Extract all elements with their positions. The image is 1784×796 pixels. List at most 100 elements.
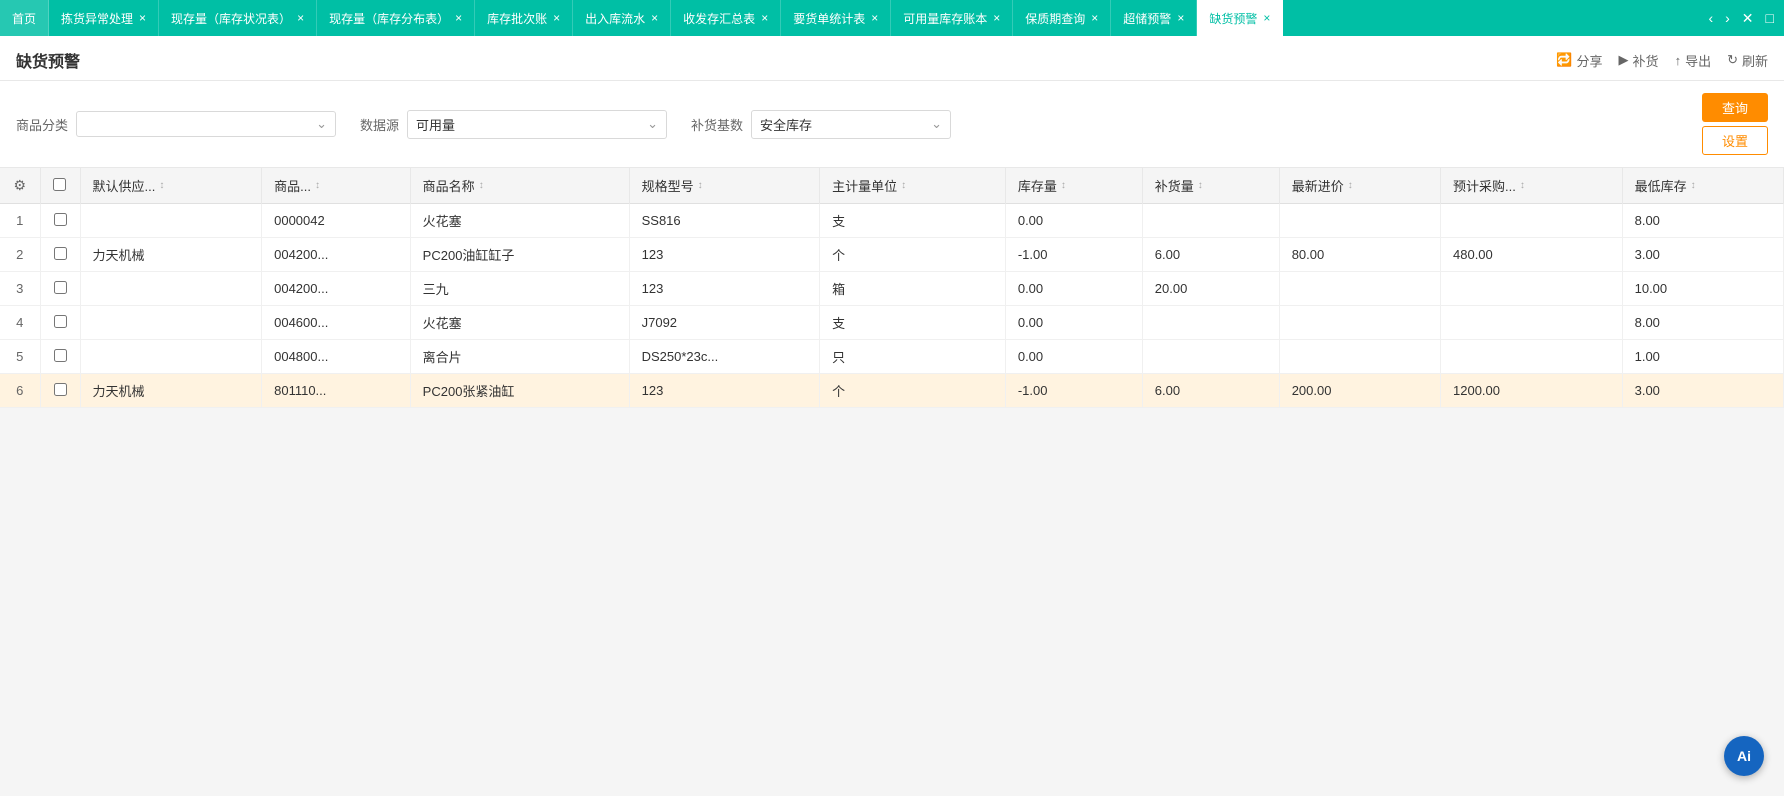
row-supplier bbox=[80, 272, 262, 306]
row-checkbox-cell bbox=[40, 204, 80, 238]
category-label: 商品分类 bbox=[16, 115, 68, 134]
close-icon[interactable]: × bbox=[139, 11, 146, 25]
row-spec: 123 bbox=[629, 272, 820, 306]
sort-icon[interactable]: ↕ bbox=[1198, 180, 1203, 191]
chevron-down-icon: ⌄ bbox=[931, 116, 942, 132]
category-select[interactable]: ⌄ bbox=[76, 111, 336, 137]
nav-prev-icon[interactable]: ‹ bbox=[1702, 8, 1719, 28]
row-min-stock: 8.00 bbox=[1622, 204, 1783, 238]
row-min-stock: 3.00 bbox=[1622, 374, 1783, 408]
row-checkbox[interactable] bbox=[54, 213, 67, 226]
table-header-row: ⚙ 默认供应... ↕ 商品... ↕ bbox=[0, 168, 1784, 204]
gear-icon[interactable]: ⚙ bbox=[13, 177, 26, 193]
ai-assistant-button[interactable]: Ai bbox=[1724, 736, 1764, 776]
close-icon[interactable]: × bbox=[1177, 11, 1184, 25]
row-supplier bbox=[80, 204, 262, 238]
tab-available-stock[interactable]: 可用量库存账本 × bbox=[891, 0, 1013, 36]
tab-stock-dist[interactable]: 现存量（库存分布表） × bbox=[317, 0, 475, 36]
row-stock: 0.00 bbox=[1005, 204, 1142, 238]
table-row: 2 力天机械 004200... PC200油缸缸子 123 个 -1.00 6… bbox=[0, 238, 1784, 272]
th-unit: 主计量单位 ↕ bbox=[820, 168, 1006, 204]
nav-next-icon[interactable]: › bbox=[1719, 8, 1736, 28]
tab-shortage[interactable]: 缺货预警 × bbox=[1197, 0, 1283, 36]
row-latest-price: 200.00 bbox=[1279, 374, 1440, 408]
row-product-name: 离合片 bbox=[410, 340, 629, 374]
chevron-down-icon: ⌄ bbox=[647, 116, 658, 132]
row-checkbox-cell bbox=[40, 238, 80, 272]
th-est-purchase: 预计采购... ↕ bbox=[1441, 168, 1623, 204]
page-title: 缺货预警 bbox=[16, 48, 80, 72]
tab-expiry[interactable]: 保质期查询 × bbox=[1013, 0, 1111, 36]
row-checkbox[interactable] bbox=[54, 315, 67, 328]
sort-icon[interactable]: ↕ bbox=[479, 180, 484, 191]
row-number: 2 bbox=[0, 238, 40, 272]
sort-icon[interactable]: ↕ bbox=[901, 180, 906, 191]
close-icon[interactable]: × bbox=[455, 11, 462, 25]
th-supplement: 补货量 ↕ bbox=[1142, 168, 1279, 204]
row-stock: 0.00 bbox=[1005, 272, 1142, 306]
refresh-button[interactable]: ↻ 刷新 bbox=[1727, 51, 1768, 70]
select-all-checkbox[interactable] bbox=[53, 178, 66, 191]
row-checkbox[interactable] bbox=[54, 349, 67, 362]
datasource-select[interactable]: 可用量 ⌄ bbox=[407, 110, 667, 139]
row-est-purchase bbox=[1441, 204, 1623, 238]
sort-icon[interactable]: ↕ bbox=[698, 180, 703, 191]
tab-picking[interactable]: 拣货异常处理 × bbox=[49, 0, 159, 36]
tab-receive-summary[interactable]: 收发存汇总表 × bbox=[671, 0, 781, 36]
tab-batch-account[interactable]: 库存批次账 × bbox=[475, 0, 573, 36]
supplement-button[interactable]: ▶ 补货 bbox=[1619, 51, 1659, 70]
row-checkbox-cell bbox=[40, 306, 80, 340]
nav-controls: ‹ › ✕ □ bbox=[1698, 8, 1784, 29]
table-row: 3 004200... 三九 123 箱 0.00 20.00 10.00 bbox=[0, 272, 1784, 306]
close-icon[interactable]: × bbox=[297, 11, 304, 25]
supplement-base-select[interactable]: 安全库存 ⌄ bbox=[751, 110, 951, 139]
row-product-name: PC200油缸缸子 bbox=[410, 238, 629, 272]
share-button[interactable]: 🔁 分享 bbox=[1556, 51, 1602, 70]
close-icon[interactable]: × bbox=[871, 11, 878, 25]
tab-inout-flow[interactable]: 出入库流水 × bbox=[573, 0, 671, 36]
row-checkbox[interactable] bbox=[54, 281, 67, 294]
page-header: 缺货预警 🔁 分享 ▶ 补货 ↑ 导出 ↻ 刷新 bbox=[0, 36, 1784, 81]
nav-expand-icon[interactable]: □ bbox=[1760, 8, 1780, 28]
supplement-base-value: 安全库存 bbox=[760, 115, 923, 134]
tab-order-stats[interactable]: 要货单统计表 × bbox=[781, 0, 891, 36]
row-product-code: 004600... bbox=[262, 306, 411, 340]
sort-icon[interactable]: ↕ bbox=[315, 180, 320, 191]
tab-stock-status[interactable]: 现存量（库存状况表） × bbox=[159, 0, 317, 36]
nav-close-icon[interactable]: ✕ bbox=[1736, 8, 1760, 29]
sort-icon[interactable]: ↕ bbox=[1061, 180, 1066, 191]
close-icon[interactable]: × bbox=[651, 11, 658, 25]
close-icon[interactable]: × bbox=[553, 11, 560, 25]
row-supplement: 6.00 bbox=[1142, 238, 1279, 272]
th-stock: 库存量 ↕ bbox=[1005, 168, 1142, 204]
row-min-stock: 3.00 bbox=[1622, 238, 1783, 272]
table-row: 5 004800... 离合片 DS250*23c... 只 0.00 1.00 bbox=[0, 340, 1784, 374]
close-icon[interactable]: × bbox=[1263, 11, 1270, 25]
row-product-code: 004800... bbox=[262, 340, 411, 374]
sort-icon[interactable]: ↕ bbox=[1691, 180, 1696, 191]
row-est-purchase: 1200.00 bbox=[1441, 374, 1623, 408]
export-button[interactable]: ↑ 导出 bbox=[1675, 51, 1712, 70]
top-nav: 首页 拣货异常处理 × 现存量（库存状况表） × 现存量（库存分布表） × 库存… bbox=[0, 0, 1784, 36]
row-checkbox[interactable] bbox=[54, 247, 67, 260]
sort-icon[interactable]: ↕ bbox=[159, 180, 164, 191]
row-est-purchase bbox=[1441, 340, 1623, 374]
th-product-code: 商品... ↕ bbox=[262, 168, 411, 204]
sort-icon[interactable]: ↕ bbox=[1520, 180, 1525, 191]
close-icon[interactable]: × bbox=[993, 11, 1000, 25]
close-icon[interactable]: × bbox=[761, 11, 768, 25]
row-min-stock: 10.00 bbox=[1622, 272, 1783, 306]
row-checkbox[interactable] bbox=[54, 383, 67, 396]
row-supplier bbox=[80, 306, 262, 340]
query-button[interactable]: 查询 bbox=[1702, 93, 1768, 122]
sort-icon[interactable]: ↕ bbox=[1348, 180, 1353, 191]
tab-home[interactable]: 首页 bbox=[0, 0, 49, 36]
close-icon[interactable]: × bbox=[1091, 11, 1098, 25]
row-checkbox-cell bbox=[40, 340, 80, 374]
tab-overstock[interactable]: 超储预警 × bbox=[1111, 0, 1197, 36]
row-supplier bbox=[80, 340, 262, 374]
row-latest-price bbox=[1279, 340, 1440, 374]
export-icon: ↑ bbox=[1675, 53, 1682, 68]
settings-button[interactable]: 设置 bbox=[1702, 126, 1768, 155]
th-settings[interactable]: ⚙ bbox=[0, 168, 40, 204]
